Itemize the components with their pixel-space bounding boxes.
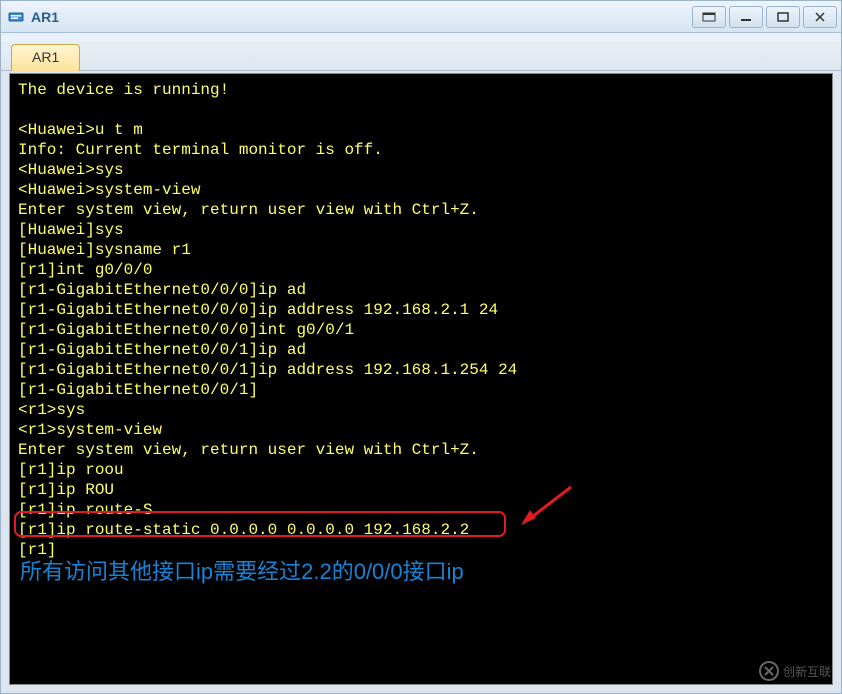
terminal-line: [r1-GigabitEthernet0/0/0]int g0/0/1 [18,320,824,340]
terminal-line: [r1-GigabitEthernet0/0/1] [18,380,824,400]
annotation-text: 所有访问其他接口ip需要经过2.2的0/0/0接口ip [20,554,464,586]
terminal-line: [r1]int g0/0/0 [18,260,824,280]
logo-icon [759,661,779,681]
maximize-button[interactable] [766,6,800,28]
minimize-button[interactable] [729,6,763,28]
terminal-line: The device is running! [18,80,824,100]
terminal-line: [Huawei]sysname r1 [18,240,824,260]
terminal-line: [r1]ip roou [18,460,824,480]
terminal-line: [r1]ip ROU [18,480,824,500]
terminal-line: <Huawei>u t m [18,120,824,140]
terminal-line: [r1-GigabitEthernet0/0/0]ip address 192.… [18,300,824,320]
watermark-logo: 创新互联 [759,661,831,681]
tab-ar1[interactable]: AR1 [11,44,80,71]
tab-bar: AR1 [1,41,841,71]
logo-label: 创新互联 [783,663,831,680]
terminal-container: The device is running! <Huawei>u t mInfo… [9,73,833,685]
window-controls [692,6,841,28]
terminal-line [18,100,824,120]
toolbar-spacer [1,33,841,41]
close-button[interactable] [803,6,837,28]
terminal-line: <r1>sys [18,400,824,420]
window-title: AR1 [31,9,692,25]
terminal-line: [r1-GigabitEthernet0/0/1]ip address 192.… [18,360,824,380]
terminal-line: [r1-GigabitEthernet0/0/0]ip ad [18,280,824,300]
terminal-line: [r1-GigabitEthernet0/0/1]ip ad [18,340,824,360]
terminal-output[interactable]: The device is running! <Huawei>u t mInfo… [10,74,832,566]
terminal-line: [Huawei]sys [18,220,824,240]
terminal-line: [r1]ip route-S [18,500,824,520]
app-icon [7,8,25,26]
titlebar: AR1 [1,1,841,33]
restore-icon-button[interactable] [692,6,726,28]
terminal-line: Info: Current terminal monitor is off. [18,140,824,160]
terminal-line: <Huawei>sys [18,160,824,180]
terminal-line: <Huawei>system-view [18,180,824,200]
terminal-line: <r1>system-view [18,420,824,440]
terminal-line: [r1]ip route-static 0.0.0.0 0.0.0.0 192.… [18,520,824,540]
terminal-line: Enter system view, return user view with… [18,440,824,460]
terminal-line: Enter system view, return user view with… [18,200,824,220]
